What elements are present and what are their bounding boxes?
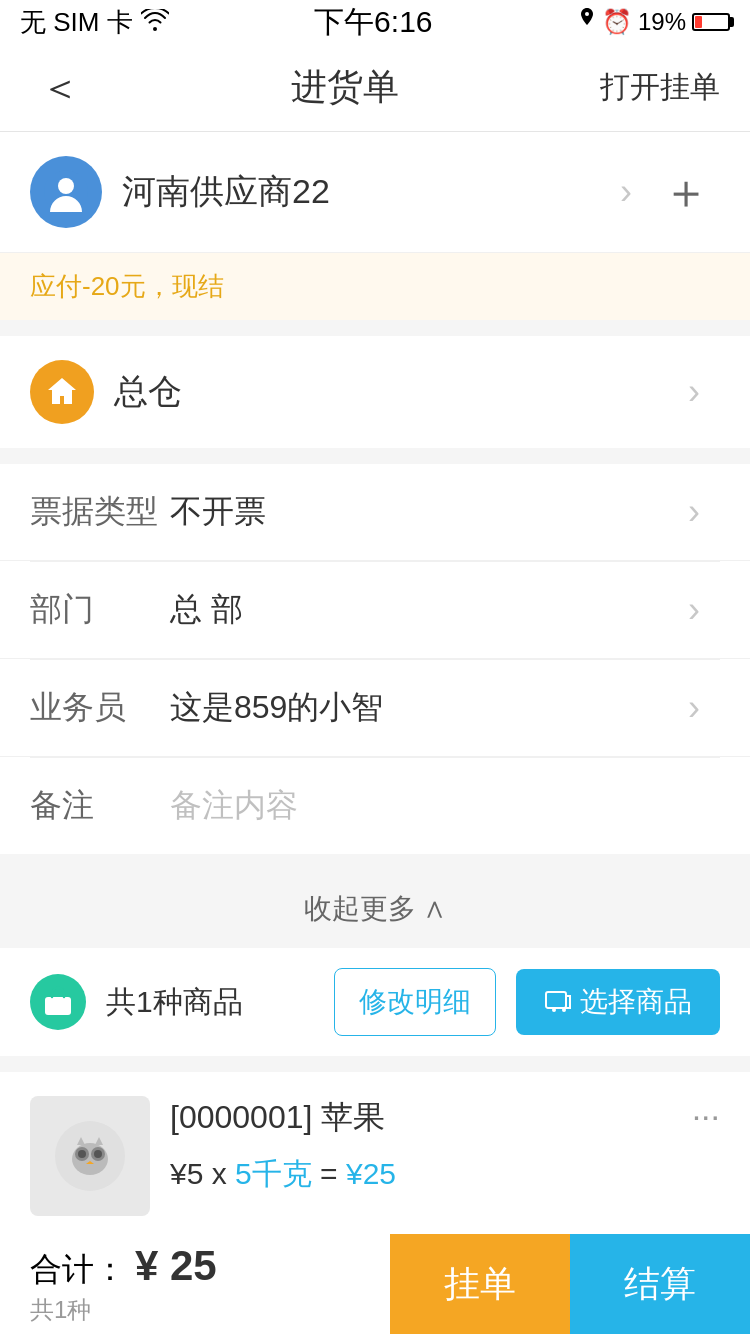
- checkout-button[interactable]: 结算: [570, 1234, 750, 1334]
- warehouse-row[interactable]: 总仓 ›: [0, 336, 750, 448]
- supplier-chevron-icon: ›: [620, 171, 632, 213]
- product-quantity: 5千克: [235, 1157, 312, 1190]
- remark-input[interactable]: 备注内容: [170, 784, 720, 828]
- product-thumbnail: [30, 1096, 150, 1216]
- notice-text: 应付-20元，现结: [30, 271, 224, 301]
- multiply-icon: x: [212, 1157, 235, 1190]
- add-button[interactable]: ＋: [652, 160, 720, 224]
- product-code: [0000001]: [170, 1099, 312, 1135]
- select-product-button[interactable]: 选择商品: [516, 969, 720, 1035]
- battery-percent: 19%: [638, 8, 686, 36]
- svg-rect-3: [45, 997, 71, 1015]
- hold-button[interactable]: 挂单: [390, 1234, 570, 1334]
- status-right: ⏰ 19%: [578, 8, 730, 36]
- product-item: [0000001] 苹果 ¥5 x 5千克 = ¥25 ···: [0, 1072, 750, 1240]
- svg-point-5: [552, 1008, 556, 1012]
- product-header: 共1种商品 修改明细 选择商品: [0, 948, 750, 1056]
- invoice-row[interactable]: 票据类型 不开票 ›: [0, 464, 750, 561]
- department-row[interactable]: 部门 总 部 ›: [0, 562, 750, 659]
- back-button[interactable]: ＜: [30, 50, 90, 125]
- supplier-avatar: [30, 156, 102, 228]
- total-label: 合计：: [30, 1251, 126, 1287]
- supplier-name: 河南供应商22: [122, 169, 620, 215]
- wifi-icon: [141, 7, 169, 38]
- product-total: ¥25: [346, 1157, 396, 1190]
- location-icon: [578, 8, 596, 36]
- product-count-icon: [30, 974, 86, 1030]
- collapse-label: 收起更多 ∧: [304, 890, 447, 928]
- status-bar: 无 SIM 卡 下午6:16 ⏰ 19%: [0, 0, 750, 44]
- svg-point-0: [585, 12, 589, 16]
- warehouse-icon: [30, 360, 94, 424]
- product-header-section: 共1种商品 修改明细 选择商品: [0, 948, 750, 1056]
- open-hold-button[interactable]: 打开挂单: [600, 67, 720, 108]
- product-more-button[interactable]: ···: [692, 1096, 720, 1135]
- total-row: 合计： ¥ 25: [30, 1242, 360, 1292]
- svg-point-12: [94, 1150, 102, 1158]
- invoice-chevron-icon: ›: [688, 491, 700, 533]
- equals-sign: =: [320, 1157, 346, 1190]
- svg-point-6: [562, 1008, 566, 1012]
- edit-detail-button[interactable]: 修改明细: [334, 968, 496, 1036]
- department-value: 总 部: [170, 588, 688, 632]
- form-section: 票据类型 不开票 › 部门 总 部 › 业务员 这是859的小智 › 备注 备注…: [0, 464, 750, 854]
- invoice-value: 不开票: [170, 490, 688, 534]
- select-product-label: 选择商品: [580, 983, 692, 1021]
- product-title: 苹果: [321, 1099, 385, 1135]
- warehouse-section[interactable]: 总仓 ›: [0, 336, 750, 448]
- nav-bar: ＜ 进货单 打开挂单: [0, 44, 750, 132]
- total-section: 合计： ¥ 25 共1种: [0, 1242, 390, 1326]
- invoice-label: 票据类型: [30, 490, 170, 534]
- supplier-section: 河南供应商22 › ＋ 应付-20元，现结: [0, 132, 750, 320]
- product-price-row: ¥5 x 5千克 = ¥25: [170, 1154, 672, 1195]
- remark-label: 备注: [30, 784, 170, 828]
- remark-row[interactable]: 备注 备注内容: [0, 758, 750, 854]
- salesperson-label: 业务员: [30, 686, 170, 730]
- alarm-icon: ⏰: [602, 8, 632, 36]
- page-title: 进货单: [291, 63, 399, 112]
- department-label: 部门: [30, 588, 170, 632]
- product-name: [0000001] 苹果: [170, 1096, 672, 1140]
- status-carrier: 无 SIM 卡: [20, 5, 169, 40]
- salesperson-value: 这是859的小智: [170, 686, 688, 730]
- collapse-row[interactable]: 收起更多 ∧: [0, 870, 750, 948]
- product-info: [0000001] 苹果 ¥5 x 5千克 = ¥25: [170, 1096, 672, 1195]
- warehouse-chevron-icon: ›: [688, 371, 700, 413]
- salesperson-row[interactable]: 业务员 这是859的小智 ›: [0, 660, 750, 757]
- svg-point-2: [58, 178, 74, 194]
- content: 河南供应商22 › ＋ 应付-20元，现结 总仓 › 票据类型 不开票 ›: [0, 132, 750, 1334]
- battery-icon: [692, 13, 730, 31]
- total-count: 共1种: [30, 1294, 360, 1326]
- notice-bar: 应付-20元，现结: [0, 253, 750, 320]
- status-time: 下午6:16: [314, 2, 432, 43]
- salesperson-chevron-icon: ›: [688, 687, 700, 729]
- total-amount: ¥ 25: [135, 1242, 217, 1289]
- bottom-bar: 合计： ¥ 25 共1种 挂单 结算: [0, 1234, 750, 1334]
- department-chevron-icon: ›: [688, 589, 700, 631]
- carrier-text: 无 SIM 卡: [20, 5, 133, 40]
- svg-point-11: [78, 1150, 86, 1158]
- product-count-text: 共1种商品: [106, 982, 314, 1023]
- warehouse-name: 总仓: [114, 369, 688, 415]
- supplier-row[interactable]: 河南供应商22 › ＋: [0, 132, 750, 253]
- product-unit-price: ¥5: [170, 1157, 203, 1190]
- svg-rect-4: [546, 992, 566, 1008]
